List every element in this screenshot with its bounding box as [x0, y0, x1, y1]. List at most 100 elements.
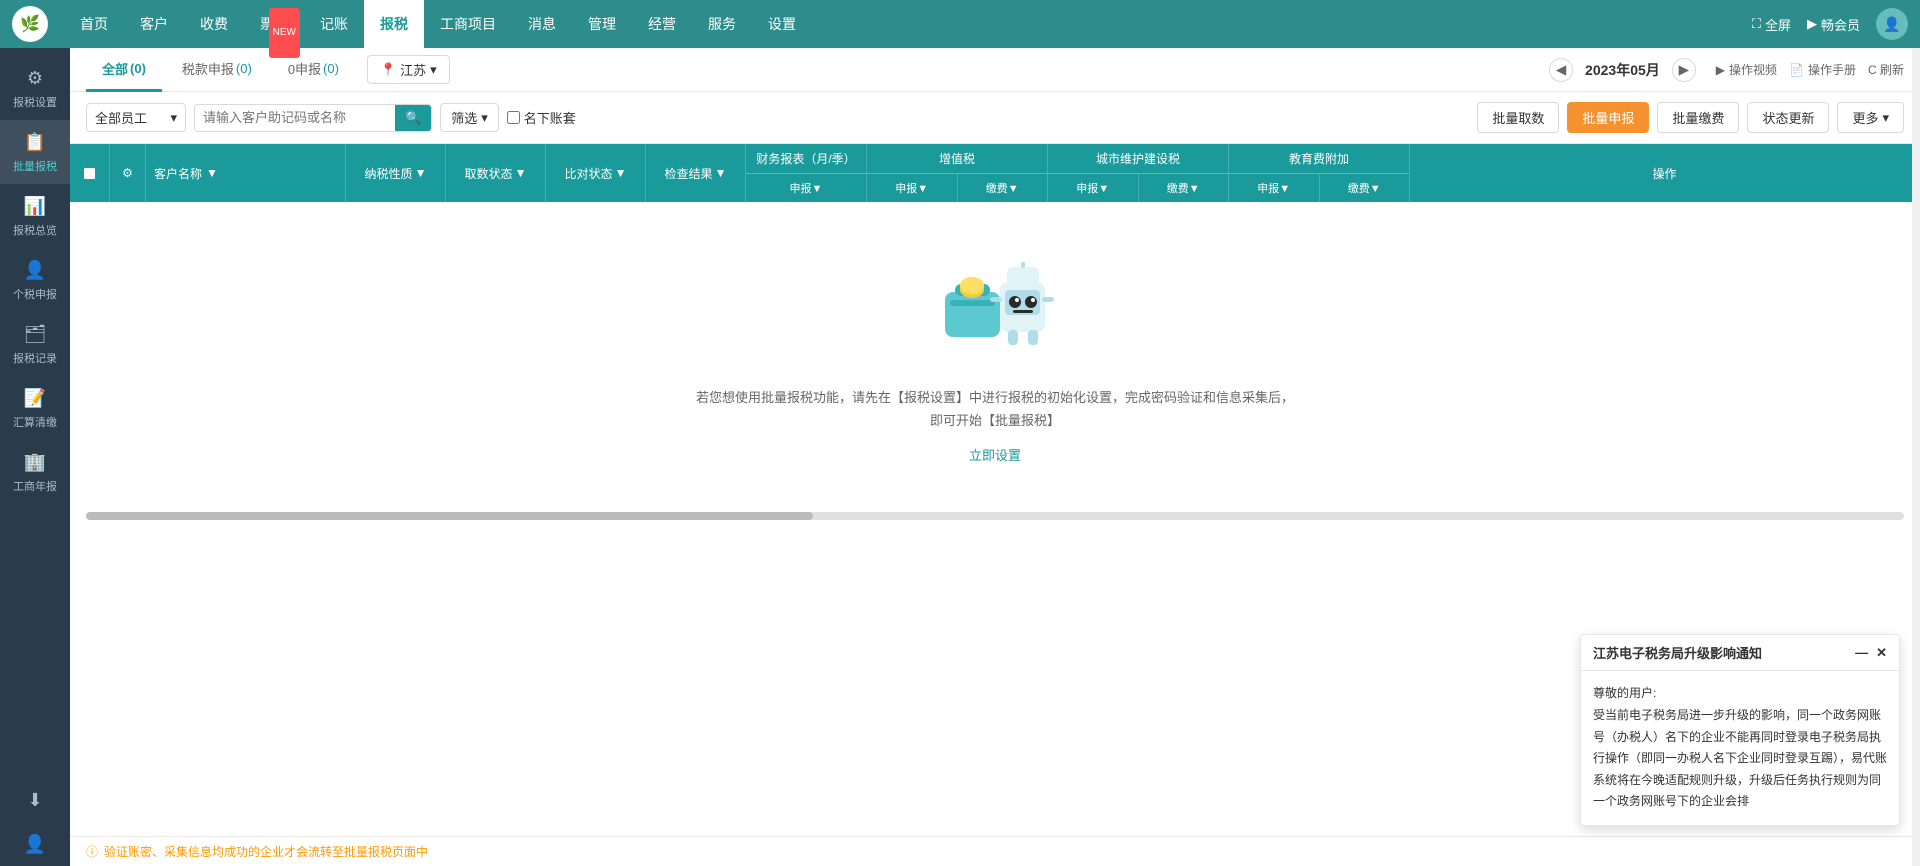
th-group-edu-tax: 教育费附加 申报▼ 缴费▼	[1229, 144, 1410, 202]
right-scrollbar[interactable]	[1912, 48, 1920, 866]
tab-bar: 全部 (0) 税款申报 (0) 0申报 (0) 📍 江苏 ▾ ◀ 2023年05…	[70, 48, 1920, 92]
th-edu-pay: 缴费▼	[1320, 174, 1410, 202]
nav-invoice[interactable]: 票据 NEW	[244, 0, 304, 48]
account-checkbox[interactable]	[507, 111, 520, 124]
video-icon: ▶	[1716, 63, 1725, 77]
personal-tax-icon: 👤	[23, 258, 47, 282]
nav-home[interactable]: 首页	[64, 0, 124, 48]
month-navigation: ◀ 2023年05月 ▶	[1549, 58, 1696, 82]
vip-button[interactable]: ▶ 畅会员	[1807, 15, 1860, 34]
scrollbar-thumb	[86, 512, 813, 520]
th-city-declare: 申报▼	[1048, 174, 1139, 202]
sidebar: ⚙ 报税设置 📋 批量报税 📊 报税总览 👤 个税申报 🗂 报税记录 📝 汇算清…	[0, 48, 70, 866]
th-vat-declare: 申报▼	[867, 174, 958, 202]
tab-all[interactable]: 全部 (0)	[86, 48, 162, 92]
dropdown-icon: ▾	[170, 110, 177, 126]
horizontal-scrollbar[interactable]	[86, 512, 1904, 520]
nav-settings[interactable]: 设置	[752, 0, 812, 48]
app-logo: 🌿	[12, 6, 48, 42]
nav-right-area: ⛶ 全屏 ▶ 畅会员 👤	[1752, 8, 1908, 40]
empty-illustration	[935, 242, 1055, 362]
sidebar-bottom: ⬇ 👤	[0, 778, 70, 866]
notif-close-buttons: — ✕	[1855, 645, 1887, 661]
refresh-button[interactable]: C 刷新	[1868, 61, 1904, 78]
nav-tax[interactable]: 报税	[364, 0, 424, 48]
th-settings: ⚙	[110, 144, 146, 202]
nav-menu: 首页 客户 收费 票据 NEW 记账 报税 工商项目 消息 管理 经营 服务 设…	[64, 0, 1752, 48]
manual-icon: 📄	[1789, 63, 1804, 77]
video-button[interactable]: ▶ 操作视频	[1716, 61, 1777, 78]
next-month-button[interactable]: ▶	[1672, 58, 1696, 82]
sidebar-item-batch-tax[interactable]: 📋 批量报税	[0, 120, 70, 184]
toolbar-right: 批量取数 批量申报 批量缴费 状态更新 更多 ▾	[1477, 102, 1904, 133]
nav-service[interactable]: 服务	[692, 0, 752, 48]
batch-declare-button[interactable]: 批量申报	[1567, 102, 1649, 133]
filter-icon-4[interactable]: ▼	[615, 166, 627, 180]
manual-button[interactable]: 📄 操作手册	[1789, 61, 1856, 78]
more-button[interactable]: 更多 ▾	[1837, 102, 1904, 133]
nav-commerce[interactable]: 工商项目	[424, 0, 512, 48]
setup-link[interactable]: 立即设置	[969, 445, 1021, 464]
nav-operation[interactable]: 经营	[632, 0, 692, 48]
empty-text: 若您想使用批量报税功能，请先在【报税设置】中进行报税的初始化设置，完成密码验证和…	[695, 386, 1295, 433]
sidebar-item-download[interactable]: ⬇	[0, 778, 70, 822]
batch-fetch-button[interactable]: 批量取数	[1477, 102, 1559, 133]
horizontal-scrollbar-area	[70, 504, 1920, 528]
sidebar-item-personal-tax[interactable]: 👤 个税申报	[0, 248, 70, 312]
search-button[interactable]: 🔍	[395, 105, 431, 131]
filter-icon-5[interactable]: ▼	[715, 166, 727, 180]
filter-button[interactable]: 筛选 ▾	[440, 103, 499, 132]
batch-pay-button[interactable]: 批量缴费	[1657, 102, 1739, 133]
sidebar-item-annual-report[interactable]: 🏢 工商年报	[0, 440, 70, 504]
avatar[interactable]: 👤	[1876, 8, 1908, 40]
month-display: 2023年05月	[1585, 60, 1660, 80]
th-group-financial: 财务报表（月/季） 申报▼	[746, 144, 867, 202]
toolbar: 全部员工 ▾ 🔍 筛选 ▾ 名下账套 批量取数 批量申报 批量缴费 状态更新 更…	[70, 92, 1920, 144]
status-update-button[interactable]: 状态更新	[1747, 102, 1829, 133]
sidebar-item-tax-overview[interactable]: 📊 报税总览	[0, 184, 70, 248]
th-group-city-tax: 城市维护建设税 申报▼ 缴费▼	[1048, 144, 1229, 202]
th-city-tax-title: 城市维护建设税	[1048, 144, 1228, 174]
search-input[interactable]	[195, 106, 395, 129]
select-all-checkbox[interactable]	[83, 167, 96, 180]
notif-header: 江苏电子税务局升级影响通知 — ✕	[1581, 635, 1899, 671]
sidebar-item-annual-settle[interactable]: 📝 汇算清缴	[0, 376, 70, 440]
sidebar-item-tax-record[interactable]: 🗂 报税记录	[0, 312, 70, 376]
prev-month-button[interactable]: ◀	[1549, 58, 1573, 82]
region-selector[interactable]: 📍 江苏 ▾	[367, 55, 450, 84]
employee-select[interactable]: 全部员工 ▾	[86, 103, 186, 132]
more-chevron-icon: ▾	[1882, 110, 1889, 126]
th-checkbox[interactable]	[70, 144, 110, 202]
nav-fee[interactable]: 收费	[184, 0, 244, 48]
th-edu-declare: 申报▼	[1229, 174, 1320, 202]
filter-icon-3[interactable]: ▼	[515, 166, 527, 180]
warning-icon: ⓘ	[86, 843, 98, 860]
account-checkbox-label[interactable]: 名下账套	[507, 108, 576, 127]
nav-message[interactable]: 消息	[512, 0, 572, 48]
tax-record-icon: 🗂	[23, 322, 47, 346]
th-vat-title: 增值税	[867, 144, 1047, 174]
location-icon: 📍	[380, 62, 396, 78]
filter-chevron-icon: ▾	[481, 110, 488, 126]
download-icon: ⬇	[23, 788, 47, 812]
filter-icon-2[interactable]: ▼	[415, 166, 427, 180]
user-icon: 👤	[23, 832, 47, 856]
nav-manage[interactable]: 管理	[572, 0, 632, 48]
notif-content: 尊敬的用户: 受当前电子税务局进一步升级的影响，同一个政务网账号（办税人）名下的…	[1593, 683, 1887, 813]
notif-close-button[interactable]: ✕	[1876, 645, 1887, 661]
nav-accounting[interactable]: 记账	[304, 0, 364, 48]
warning-text: 验证账密、采集信息均成功的企业才会流转至批量报税页面中	[104, 843, 428, 860]
fullscreen-button[interactable]: ⛶ 全屏	[1752, 15, 1791, 34]
notif-minimize-button[interactable]: —	[1855, 645, 1868, 660]
th-vat-pay: 缴费▼	[958, 174, 1048, 202]
sidebar-item-user[interactable]: 👤	[0, 822, 70, 866]
batch-tax-icon: 📋	[23, 130, 47, 154]
th-compare-status: 比对状态 ▼	[546, 144, 646, 202]
sidebar-item-tax-settings[interactable]: ⚙ 报税设置	[0, 56, 70, 120]
tab-tax-declare[interactable]: 税款申报 (0)	[166, 48, 268, 92]
nav-customer[interactable]: 客户	[124, 0, 184, 48]
filter-icon[interactable]: ▼	[206, 166, 218, 180]
chevron-down-icon: ▾	[430, 62, 437, 78]
th-check-result: 检查结果 ▼	[646, 144, 746, 202]
th-vat-subs: 申报▼ 缴费▼	[867, 174, 1047, 202]
